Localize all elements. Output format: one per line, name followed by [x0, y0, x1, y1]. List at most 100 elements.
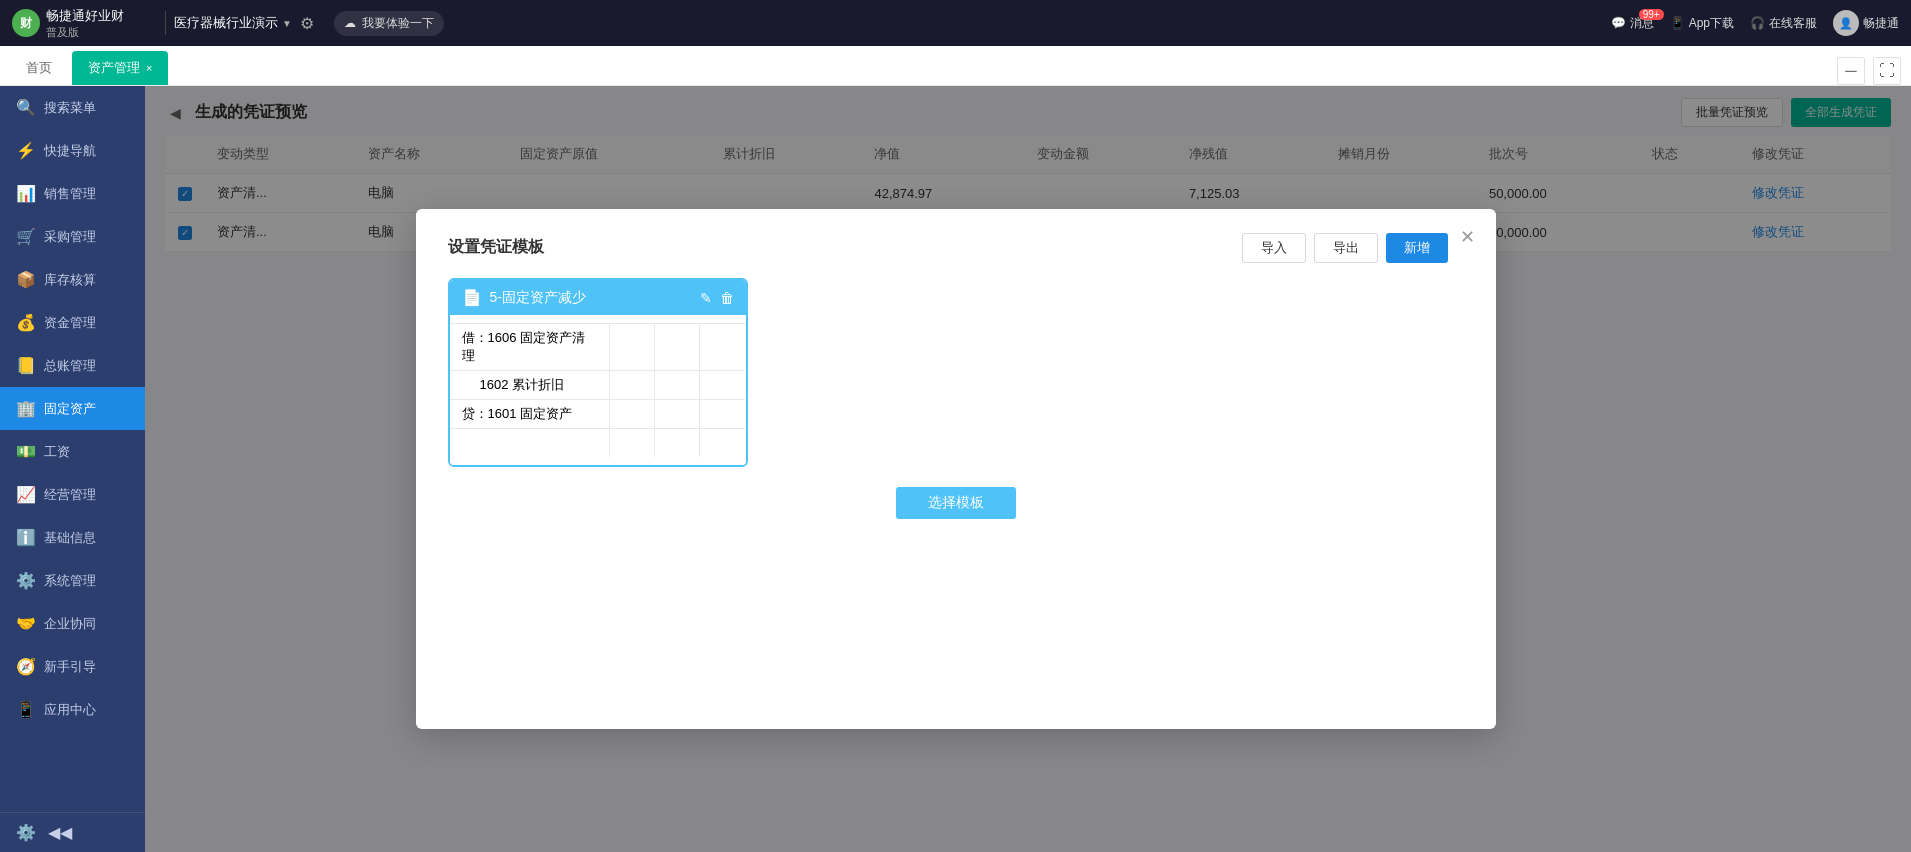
sidebar-scroll: 🔍 搜索菜单 ⚡ 快捷导航 📊 销售管理 🛒 采购管理 📦 库存核算 💰	[0, 86, 145, 812]
row-debit-1602-label: 1602 累计折旧	[450, 371, 610, 400]
sidebar-item-system-label: 系统管理	[44, 572, 96, 590]
sidebar-item-purchase[interactable]: 🛒 采购管理	[0, 215, 145, 258]
app-center-icon: 📱	[16, 700, 36, 719]
sidebar-item-operations[interactable]: 📈 经营管理	[0, 473, 145, 516]
sidebar-item-app-center[interactable]: 📱 应用中心	[0, 688, 145, 731]
service-label: 在线客服	[1769, 15, 1817, 32]
sidebar-item-fixed-assets[interactable]: 🏢 固定资产	[0, 387, 145, 430]
trial-text: 我要体验一下	[362, 15, 434, 32]
sidebar-item-basic-label: 基础信息	[44, 529, 96, 547]
modal-overlay: ✕ 设置凭证模板 导入 导出 新增 📄 5-固定资产减少 ✎ 🗑	[145, 86, 1911, 852]
tabbar-maximize-btn[interactable]: ⛶	[1873, 57, 1901, 85]
logo-icon: 财	[12, 9, 40, 37]
collapse-icon[interactable]: ◀◀	[48, 823, 72, 842]
template-card-body: 借：1606 固定资产清理 1602 累计折旧 贷：1601 固定资产	[450, 315, 746, 465]
sidebar-item-search[interactable]: 🔍 搜索菜单	[0, 86, 145, 129]
modal-close-button[interactable]: ✕	[1456, 225, 1480, 249]
sidebar-item-inventory[interactable]: 📦 库存核算	[0, 258, 145, 301]
main-layout: 🔍 搜索菜单 ⚡ 快捷导航 📊 销售管理 🛒 采购管理 📦 库存核算 💰	[0, 86, 1911, 852]
settings-bottom-icon[interactable]: ⚙️	[16, 823, 36, 842]
messages-btn[interactable]: 💬 消息 99+	[1611, 15, 1654, 32]
row-empty-col3	[655, 429, 700, 457]
sidebar-item-basic[interactable]: ℹ️ 基础信息	[0, 516, 145, 559]
company-collab-icon: 🤝	[16, 614, 36, 633]
cloud-icon: ☁	[344, 16, 356, 30]
tab-assets-label: 资产管理	[88, 59, 140, 77]
row-credit-1601-col4	[700, 400, 745, 429]
row-empty-col2	[610, 429, 655, 457]
operations-icon: 📈	[16, 485, 36, 504]
sidebar-item-fixed-assets-label: 固定资产	[44, 400, 96, 418]
app-logo: 财 畅捷通好业财 普及版	[12, 7, 157, 40]
modal-toolbar: 导入 导出 新增	[1242, 233, 1448, 263]
sidebar-item-guide[interactable]: 🧭 新手引导	[0, 645, 145, 688]
sidebar-item-finance[interactable]: 💰 资金管理	[0, 301, 145, 344]
tabbar: 首页 资产管理 × ─ ⛶	[0, 46, 1911, 86]
app-download-label: App下载	[1689, 15, 1734, 32]
row-empty-label	[450, 429, 610, 457]
row-debit-1606-col4	[700, 324, 745, 371]
tabbar-actions: ─ ⛶	[1837, 57, 1901, 85]
tab-assets[interactable]: 资产管理 ×	[72, 51, 168, 85]
user-btn[interactable]: 👤 畅捷通	[1833, 10, 1899, 36]
select-template-button[interactable]: 选择模板	[896, 487, 1016, 519]
app-download-btn[interactable]: 📱 App下载	[1670, 15, 1734, 32]
template-edit-icon[interactable]: ✎	[700, 290, 712, 306]
service-icon: 🎧	[1750, 16, 1765, 30]
sidebar-item-company-collab-label: 企业协同	[44, 615, 96, 633]
row-empty-col4	[700, 429, 745, 457]
company-name: 医疗器械行业演示	[174, 14, 278, 32]
sidebar-item-salary[interactable]: 💵 工资	[0, 430, 145, 473]
sidebar-item-operations-label: 经营管理	[44, 486, 96, 504]
sidebar-item-guide-label: 新手引导	[44, 658, 96, 676]
app-version: 普及版	[46, 25, 124, 40]
row-debit-1602-col2	[610, 371, 655, 400]
topbar: 财 畅捷通好业财 普及版 医疗器械行业演示 ▼ ⚙ ☁ 我要体验一下 💬 消息 …	[0, 0, 1911, 46]
search-icon: 🔍	[16, 98, 36, 117]
template-card-doc-icon: 📄	[462, 288, 482, 307]
modal-set-template: ✕ 设置凭证模板 导入 导出 新增 📄 5-固定资产减少 ✎ 🗑	[416, 209, 1496, 729]
row-debit-1606-col2	[610, 324, 655, 371]
user-avatar: 👤	[1833, 10, 1859, 36]
sidebar-item-quicknav[interactable]: ⚡ 快捷导航	[0, 129, 145, 172]
tab-home-label: 首页	[26, 59, 52, 77]
sidebar-item-ledger[interactable]: 📒 总账管理	[0, 344, 145, 387]
import-button[interactable]: 导入	[1242, 233, 1306, 263]
guide-icon: 🧭	[16, 657, 36, 676]
template-card-actions: ✎ 🗑	[700, 290, 734, 306]
app-download-icon: 📱	[1670, 16, 1685, 30]
new-button[interactable]: 新增	[1386, 233, 1448, 263]
tab-home[interactable]: 首页	[10, 51, 68, 85]
username-label: 畅捷通	[1863, 15, 1899, 32]
sidebar-item-inventory-label: 库存核算	[44, 271, 96, 289]
sidebar-item-sales[interactable]: 📊 销售管理	[0, 172, 145, 215]
sidebar-item-finance-label: 资金管理	[44, 314, 96, 332]
ledger-icon: 📒	[16, 356, 36, 375]
topbar-divider	[165, 11, 166, 35]
online-service-btn[interactable]: 🎧 在线客服	[1750, 15, 1817, 32]
company-settings-icon[interactable]: ⚙	[300, 14, 314, 33]
message-icon: 💬	[1611, 16, 1626, 30]
sidebar-item-system[interactable]: ⚙️ 系统管理	[0, 559, 145, 602]
company-selector[interactable]: 医疗器械行业演示 ▼	[174, 14, 292, 32]
inventory-icon: 📦	[16, 270, 36, 289]
sidebar-item-company-collab[interactable]: 🤝 企业协同	[0, 602, 145, 645]
salary-icon: 💵	[16, 442, 36, 461]
trial-button[interactable]: ☁ 我要体验一下	[334, 11, 444, 36]
template-delete-icon[interactable]: 🗑	[720, 290, 734, 306]
row-credit-1601-label: 贷：1601 固定资产	[450, 400, 610, 429]
row-debit-1602-col3	[655, 371, 700, 400]
sidebar: 🔍 搜索菜单 ⚡ 快捷导航 📊 销售管理 🛒 采购管理 📦 库存核算 💰	[0, 86, 145, 852]
tabbar-minimize-btn[interactable]: ─	[1837, 57, 1865, 85]
tab-close-icon[interactable]: ×	[146, 62, 152, 74]
company-dropdown-icon: ▼	[282, 18, 292, 29]
basic-icon: ℹ️	[16, 528, 36, 547]
messages-badge: 99+	[1639, 9, 1664, 20]
sidebar-item-quicknav-label: 快捷导航	[44, 142, 96, 160]
row-debit-1602-col4	[700, 371, 745, 400]
finance-icon: 💰	[16, 313, 36, 332]
row-credit-1601-col2	[610, 400, 655, 429]
row-credit-1601-col3	[655, 400, 700, 429]
export-button[interactable]: 导出	[1314, 233, 1378, 263]
template-card-title: 5-固定资产减少	[490, 289, 692, 307]
